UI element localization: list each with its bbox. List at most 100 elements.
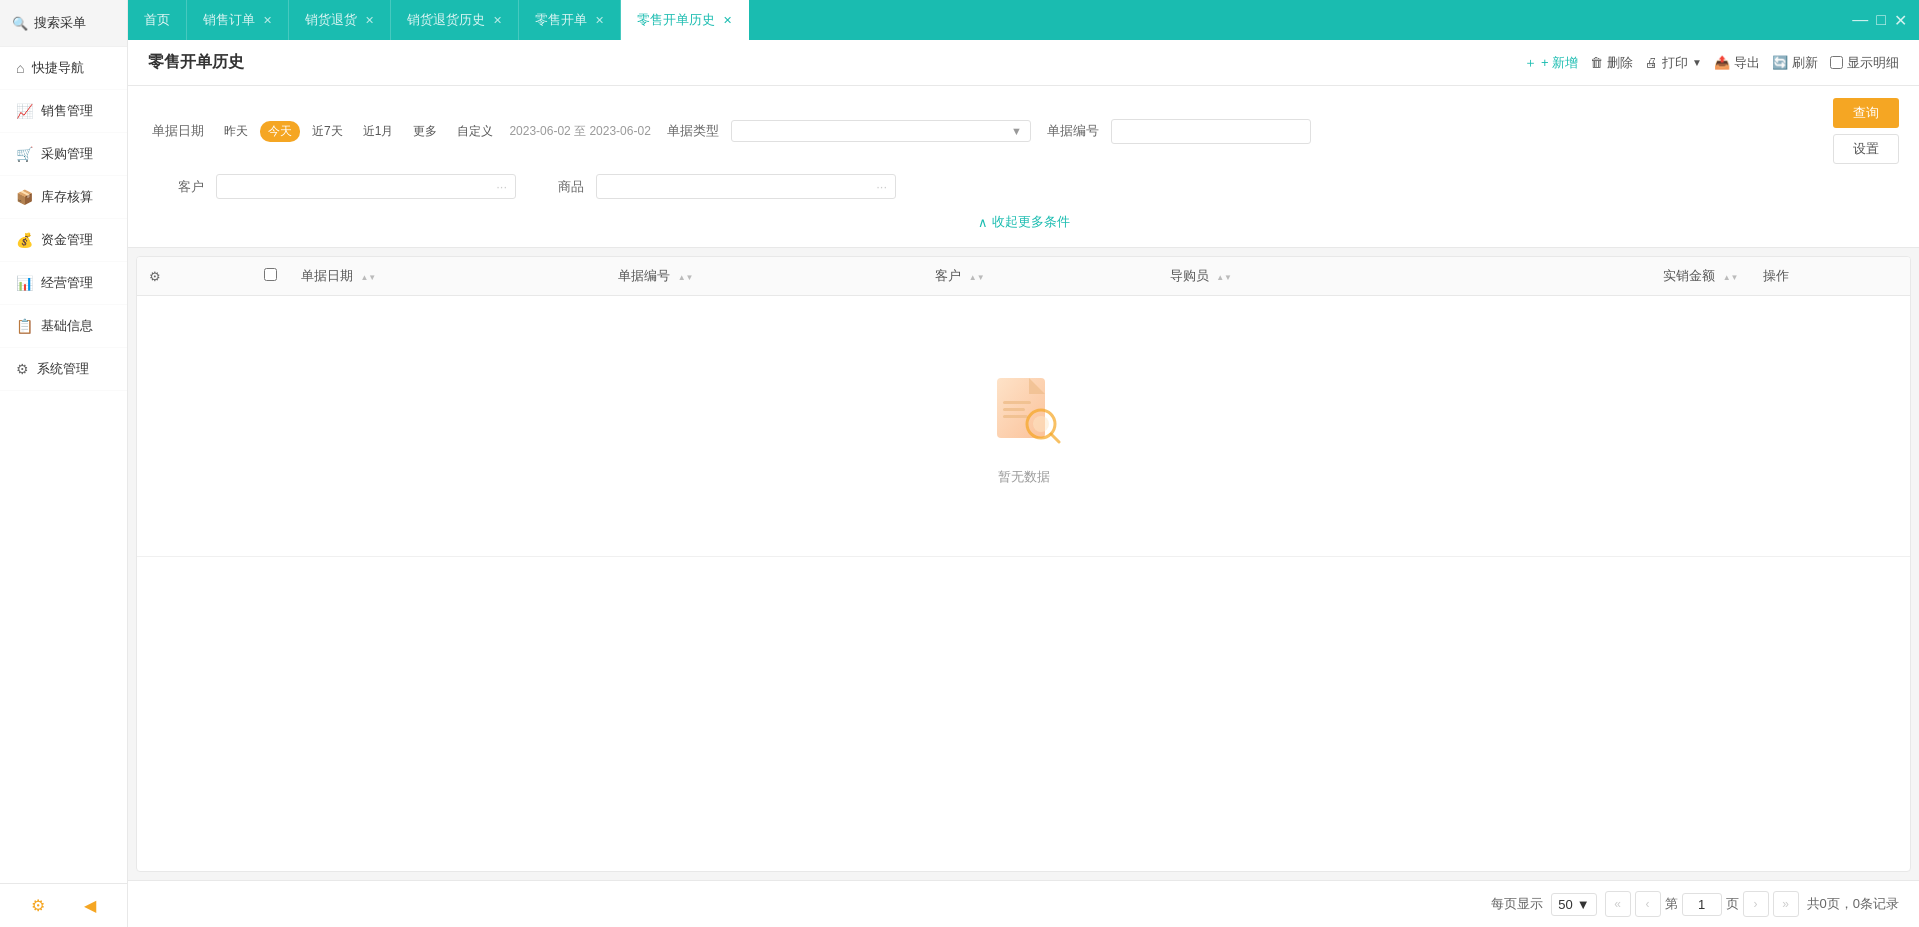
refresh-label: 刷新	[1792, 54, 1818, 72]
th-no-label: 单据编号	[618, 268, 670, 283]
export-button[interactable]: 📤 导出	[1714, 54, 1760, 72]
tab-home-label: 首页	[144, 11, 170, 29]
prev-page-button[interactable]: ‹	[1635, 891, 1661, 917]
th-guide: 导购员 ▲▼	[1158, 257, 1434, 296]
page-label: 第	[1665, 895, 1678, 913]
sidebar-item-finance[interactable]: 💰 资金管理	[0, 219, 127, 262]
delete-icon: 🗑	[1590, 55, 1603, 70]
amount-sort-icon[interactable]: ▲▼	[1723, 273, 1739, 282]
page-title: 零售开单历史	[148, 52, 244, 73]
data-table: ⚙ 单据日期 ▲▼ 单据编号 ▲▼ 客户 ▲▼	[137, 257, 1910, 557]
add-label: + 新增	[1541, 54, 1578, 72]
show-detail-checkbox[interactable]: 显示明细	[1830, 54, 1899, 72]
no-sort-icon[interactable]: ▲▼	[678, 273, 694, 282]
shortcut-1month[interactable]: 近1月	[355, 121, 402, 142]
th-checkbox[interactable]	[252, 257, 289, 296]
close-window-icon[interactable]: ✕	[1894, 11, 1907, 30]
th-customer-label: 客户	[935, 268, 961, 283]
tab-sales-order-label: 销售订单	[203, 11, 255, 29]
table-body: 暂无数据	[137, 296, 1910, 557]
th-ops: 操作	[1751, 257, 1911, 296]
page-number-input[interactable]	[1682, 893, 1722, 916]
page-header: 零售开单历史 ＋ + 新增 🗑 删除 🖨 打印 ▼ 📤 导出	[128, 40, 1919, 86]
first-page-button[interactable]: «	[1605, 891, 1631, 917]
empty-state-row: 暂无数据	[137, 296, 1910, 557]
print-button[interactable]: 🖨 打印 ▼	[1645, 54, 1702, 72]
sidebar-item-label: 快捷导航	[32, 59, 84, 77]
add-icon: ＋	[1524, 54, 1537, 72]
tab-sales-order-close[interactable]: ✕	[263, 14, 272, 27]
last-page-button[interactable]: »	[1773, 891, 1799, 917]
window-controls: — □ ✕	[1852, 11, 1919, 30]
tab-retail-history-close[interactable]: ✕	[723, 14, 732, 27]
ops-icon: 📊	[16, 275, 33, 291]
sidebar-item-label: 基础信息	[41, 317, 93, 335]
shortcut-7days[interactable]: 近7天	[304, 121, 351, 142]
sidebar-item-purchase[interactable]: 🛒 采购管理	[0, 133, 127, 176]
goods-input[interactable]: ···	[596, 174, 896, 199]
collapse-sidebar-icon[interactable]: ◀	[84, 896, 96, 915]
print-arrow-icon: ▼	[1692, 57, 1702, 68]
customer-sort-icon[interactable]: ▲▼	[969, 273, 985, 282]
page-size-select[interactable]: 50 ▼	[1551, 893, 1596, 916]
filter-row-1: 单据日期 昨天 今天 近7天 近1月 更多 自定义 2023-06-02 至 2…	[148, 98, 1899, 164]
th-gear[interactable]: ⚙	[137, 257, 252, 296]
show-detail-input[interactable]	[1830, 56, 1843, 69]
delete-button[interactable]: 🗑 删除	[1590, 54, 1633, 72]
filter-row-2: 客户 ··· 商品 ···	[148, 174, 1899, 199]
sidebar-item-system[interactable]: ⚙ 系统管理	[0, 348, 127, 391]
minimize-icon[interactable]: —	[1852, 11, 1868, 29]
tab-home[interactable]: 首页	[128, 0, 187, 40]
shortcut-more[interactable]: 更多	[405, 121, 445, 142]
date-sort-icon[interactable]: ▲▼	[360, 273, 376, 282]
th-customer: 客户 ▲▼	[923, 257, 1157, 296]
query-button[interactable]: 查询	[1833, 98, 1899, 128]
doc-type-arrow-icon: ▼	[1011, 125, 1022, 137]
tab-sales-return[interactable]: 销货退货 ✕	[289, 0, 391, 40]
add-button[interactable]: ＋ + 新增	[1524, 54, 1578, 72]
svg-rect-2	[1003, 401, 1031, 404]
shortcut-yesterday[interactable]: 昨天	[216, 121, 256, 142]
shortcut-custom[interactable]: 自定义	[449, 121, 501, 142]
tab-retail-open-close[interactable]: ✕	[595, 14, 604, 27]
tab-sales-return-history[interactable]: 销货退货历史 ✕	[391, 0, 519, 40]
tab-sales-return-close[interactable]: ✕	[365, 14, 374, 27]
collapse-button[interactable]: ∧ 收起更多条件	[148, 209, 1899, 235]
sidebar-item-ops[interactable]: 📊 经营管理	[0, 262, 127, 305]
tab-retail-history[interactable]: 零售开单历史 ✕	[621, 0, 749, 40]
setting-button[interactable]: 设置	[1833, 134, 1899, 164]
tab-retail-open[interactable]: 零售开单 ✕	[519, 0, 621, 40]
doc-type-select[interactable]: ▼	[731, 120, 1031, 142]
svg-rect-3	[1003, 408, 1025, 411]
table-header-row: ⚙ 单据日期 ▲▼ 单据编号 ▲▼ 客户 ▲▼	[137, 257, 1910, 296]
sidebar-search[interactable]: 🔍 搜索采单	[0, 0, 127, 47]
sidebar-search-label: 搜索采单	[34, 14, 86, 32]
tab-sales-order[interactable]: 销售订单 ✕	[187, 0, 289, 40]
purchase-icon: 🛒	[16, 146, 33, 162]
shortcut-today[interactable]: 今天	[260, 121, 300, 142]
th-ops-label: 操作	[1763, 268, 1789, 283]
th-date: 单据日期 ▲▼	[289, 257, 606, 296]
goods-dots: ···	[876, 179, 887, 194]
sidebar-item-sales[interactable]: 📈 销售管理	[0, 90, 127, 133]
customer-input[interactable]: ···	[216, 174, 516, 199]
sidebar-item-label: 销售管理	[41, 102, 93, 120]
sidebar-item-basic[interactable]: 📋 基础信息	[0, 305, 127, 348]
tab-retail-open-label: 零售开单	[535, 11, 587, 29]
sidebar-item-label: 采购管理	[41, 145, 93, 163]
th-date-label: 单据日期	[301, 268, 353, 283]
maximize-icon[interactable]: □	[1876, 11, 1886, 29]
filter-actions: 查询 设置	[1833, 98, 1899, 164]
guide-sort-icon[interactable]: ▲▼	[1216, 273, 1232, 282]
sidebar-item-inventory[interactable]: 📦 库存核算	[0, 176, 127, 219]
select-all-checkbox[interactable]	[264, 268, 277, 281]
goods-label: 商品	[528, 178, 584, 196]
doc-no-input[interactable]	[1111, 119, 1311, 144]
sidebar-item-quick-nav[interactable]: ⌂ 快捷导航	[0, 47, 127, 90]
tab-sales-return-history-close[interactable]: ✕	[493, 14, 502, 27]
date-shortcuts: 昨天 今天 近7天 近1月 更多 自定义 2023-06-02 至 2023-0…	[216, 121, 651, 142]
refresh-button[interactable]: 🔄 刷新	[1772, 54, 1818, 72]
next-page-button[interactable]: ›	[1743, 891, 1769, 917]
settings-bottom-icon[interactable]: ⚙	[31, 896, 45, 915]
show-detail-label: 显示明细	[1847, 54, 1899, 72]
